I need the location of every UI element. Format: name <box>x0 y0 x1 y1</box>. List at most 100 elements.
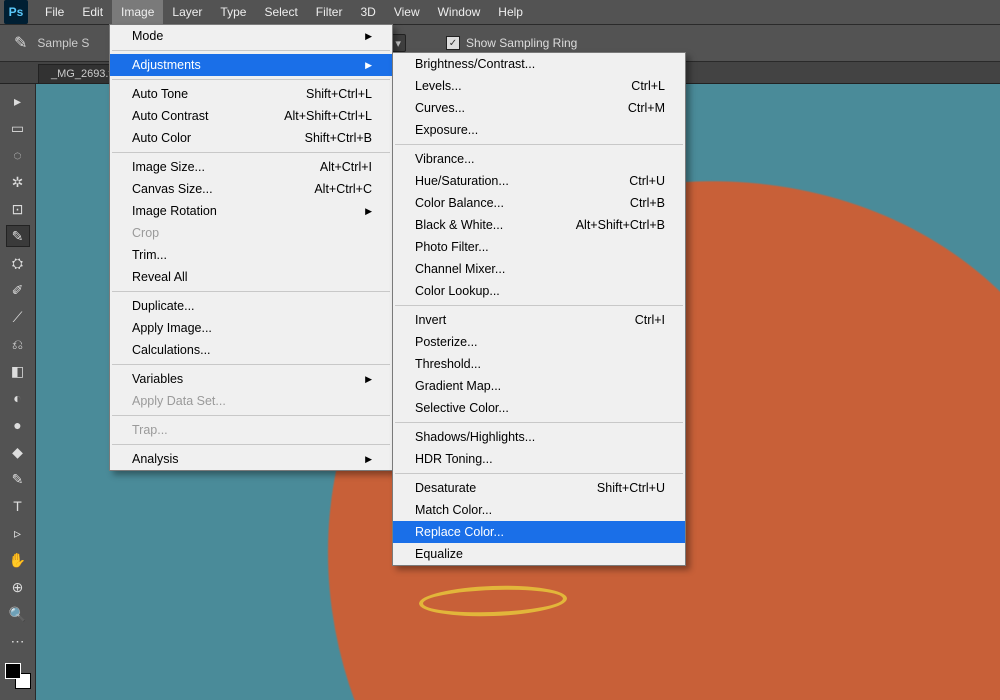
menuitem-channel-mixer[interactable]: Channel Mixer... <box>393 258 685 280</box>
tool-20[interactable]: ⋯ <box>6 630 30 652</box>
menuitem-levels[interactable]: Levels...Ctrl+L <box>393 75 685 97</box>
image-menu: Mode▶Adjustments▶Auto ToneShift+Ctrl+LAu… <box>109 24 393 471</box>
menuitem-label: Auto Color <box>132 131 191 145</box>
tool-18[interactable]: ⊕ <box>6 576 30 598</box>
menuitem-brightness-contrast[interactable]: Brightness/Contrast... <box>393 53 685 75</box>
menuitem-canvas-size[interactable]: Canvas Size... Alt+Ctrl+C <box>110 178 392 200</box>
separator <box>112 364 390 365</box>
tool-6[interactable]: ⛭ <box>6 252 30 274</box>
tool-16[interactable]: ▹ <box>6 522 30 544</box>
menuitem-label: Vibrance... <box>415 152 475 166</box>
checkbox-label: Show Sampling Ring <box>466 36 577 50</box>
shortcut-label: Alt+Ctrl+C <box>314 182 372 196</box>
menu-edit[interactable]: Edit <box>73 0 112 24</box>
tool-10[interactable]: ◧ <box>6 360 30 382</box>
menuitem-label: Gradient Map... <box>415 379 501 393</box>
menuitem-hdr-toning[interactable]: HDR Toning... <box>393 448 685 470</box>
shortcut-label: Ctrl+I <box>635 313 665 327</box>
menuitem-analysis[interactable]: Analysis▶ <box>110 448 392 470</box>
menuitem-auto-tone[interactable]: Auto ToneShift+Ctrl+L <box>110 83 392 105</box>
menu-type[interactable]: Type <box>211 0 255 24</box>
menu-layer[interactable]: Layer <box>163 0 211 24</box>
menu-filter[interactable]: Filter <box>307 0 352 24</box>
menuitem-reveal-all[interactable]: Reveal All <box>110 266 392 288</box>
menuitem-match-color[interactable]: Match Color... <box>393 499 685 521</box>
separator <box>112 415 390 416</box>
menuitem-auto-color[interactable]: Auto ColorShift+Ctrl+B <box>110 127 392 149</box>
eyedropper-icon[interactable]: ✎ <box>14 33 27 53</box>
menuitem-posterize[interactable]: Posterize... <box>393 331 685 353</box>
app-logo: Ps <box>4 0 28 24</box>
sample-label: Sample S <box>37 36 89 50</box>
menuitem-image-size[interactable]: Image Size...Alt+Ctrl+I <box>110 156 392 178</box>
menuitem-replace-color[interactable]: Replace Color... <box>393 521 685 543</box>
menuitem-color-lookup[interactable]: Color Lookup... <box>393 280 685 302</box>
menuitem-selective-color[interactable]: Selective Color... <box>393 397 685 419</box>
menuitem-photo-filter[interactable]: Photo Filter... <box>393 236 685 258</box>
color-swatches[interactable] <box>5 663 31 689</box>
tool-8[interactable]: ⟋ <box>6 306 30 328</box>
menuitem-label: Canvas Size... <box>132 182 213 196</box>
menuitem-mode[interactable]: Mode▶ <box>110 25 392 47</box>
shortcut-label: Alt+Shift+Ctrl+B <box>576 218 665 232</box>
menuitem-black-white[interactable]: Black & White...Alt+Shift+Ctrl+B <box>393 214 685 236</box>
tool-4[interactable]: ⊡ <box>6 198 30 220</box>
tool-2[interactable]: ◌ <box>6 144 30 166</box>
separator <box>395 144 683 145</box>
menuitem-label: Image Rotation <box>132 204 217 218</box>
menuitem-auto-contrast[interactable]: Auto ContrastAlt+Shift+Ctrl+L <box>110 105 392 127</box>
fg-swatch[interactable] <box>5 663 21 679</box>
submenu-arrow-icon: ▶ <box>365 374 372 385</box>
menuitem-label: Photo Filter... <box>415 240 489 254</box>
menuitem-curves[interactable]: Curves...Ctrl+M <box>393 97 685 119</box>
menuitem-exposure[interactable]: Exposure... <box>393 119 685 141</box>
menuitem-calculations[interactable]: Calculations... <box>110 339 392 361</box>
menuitem-image-rotation[interactable]: Image Rotation ▶ <box>110 200 392 222</box>
menu-3d[interactable]: 3D <box>351 0 384 24</box>
menu-image[interactable]: Image <box>112 0 163 24</box>
menuitem-variables[interactable]: Variables▶ <box>110 368 392 390</box>
menuitem-shadows-highlights[interactable]: Shadows/Highlights... <box>393 426 685 448</box>
tool-13[interactable]: ◆ <box>6 441 30 463</box>
menuitem-label: Trap... <box>132 423 168 437</box>
tool-11[interactable]: ◐ <box>6 387 30 409</box>
submenu-arrow-icon: ▶ <box>365 206 372 217</box>
tool-19[interactable]: 🔍 <box>6 603 30 625</box>
tool-1[interactable]: ▭ <box>6 117 30 139</box>
menuitem-trim[interactable]: Trim... <box>110 244 392 266</box>
menuitem-adjustments[interactable]: Adjustments▶ <box>110 54 392 76</box>
menuitem-label: Channel Mixer... <box>415 262 505 276</box>
shortcut-label: Ctrl+L <box>631 79 665 93</box>
menuitem-apply-image[interactable]: Apply Image... <box>110 317 392 339</box>
menuitem-equalize[interactable]: Equalize <box>393 543 685 565</box>
tool-12[interactable]: ● <box>6 414 30 436</box>
separator <box>112 50 390 51</box>
menuitem-desaturate[interactable]: DesaturateShift+Ctrl+U <box>393 477 685 499</box>
tool-5[interactable]: ✎ <box>6 225 30 247</box>
show-sampling-ring-checkbox[interactable]: ✓ Show Sampling Ring <box>446 36 577 50</box>
menuitem-label: Analysis <box>132 452 179 466</box>
tool-15[interactable]: T <box>6 495 30 517</box>
menu-select[interactable]: Select <box>255 0 306 24</box>
menuitem-gradient-map[interactable]: Gradient Map... <box>393 375 685 397</box>
tool-7[interactable]: ✐ <box>6 279 30 301</box>
menuitem-color-balance[interactable]: Color Balance...Ctrl+B <box>393 192 685 214</box>
menuitem-hue-saturation[interactable]: Hue/Saturation...Ctrl+U <box>393 170 685 192</box>
tool-3[interactable]: ✲ <box>6 171 30 193</box>
menuitem-duplicate[interactable]: Duplicate... <box>110 295 392 317</box>
tool-17[interactable]: ✋ <box>6 549 30 571</box>
menuitem-invert[interactable]: InvertCtrl+I <box>393 309 685 331</box>
menuitem-label: Brightness/Contrast... <box>415 57 535 71</box>
menuitem-vibrance[interactable]: Vibrance... <box>393 148 685 170</box>
menu-help[interactable]: Help <box>489 0 532 24</box>
tool-9[interactable]: ⎌ <box>6 333 30 355</box>
shortcut-label: Shift+Ctrl+U <box>597 481 665 495</box>
menu-view[interactable]: View <box>385 0 429 24</box>
tool-0[interactable]: ▸ <box>6 90 30 112</box>
menuitem-label: Mode <box>132 29 163 43</box>
tool-14[interactable]: ✎ <box>6 468 30 490</box>
menu-window[interactable]: Window <box>429 0 490 24</box>
menuitem-threshold[interactable]: Threshold... <box>393 353 685 375</box>
menu-file[interactable]: File <box>36 0 73 24</box>
shortcut-label: Alt+Shift+Ctrl+L <box>284 109 372 123</box>
